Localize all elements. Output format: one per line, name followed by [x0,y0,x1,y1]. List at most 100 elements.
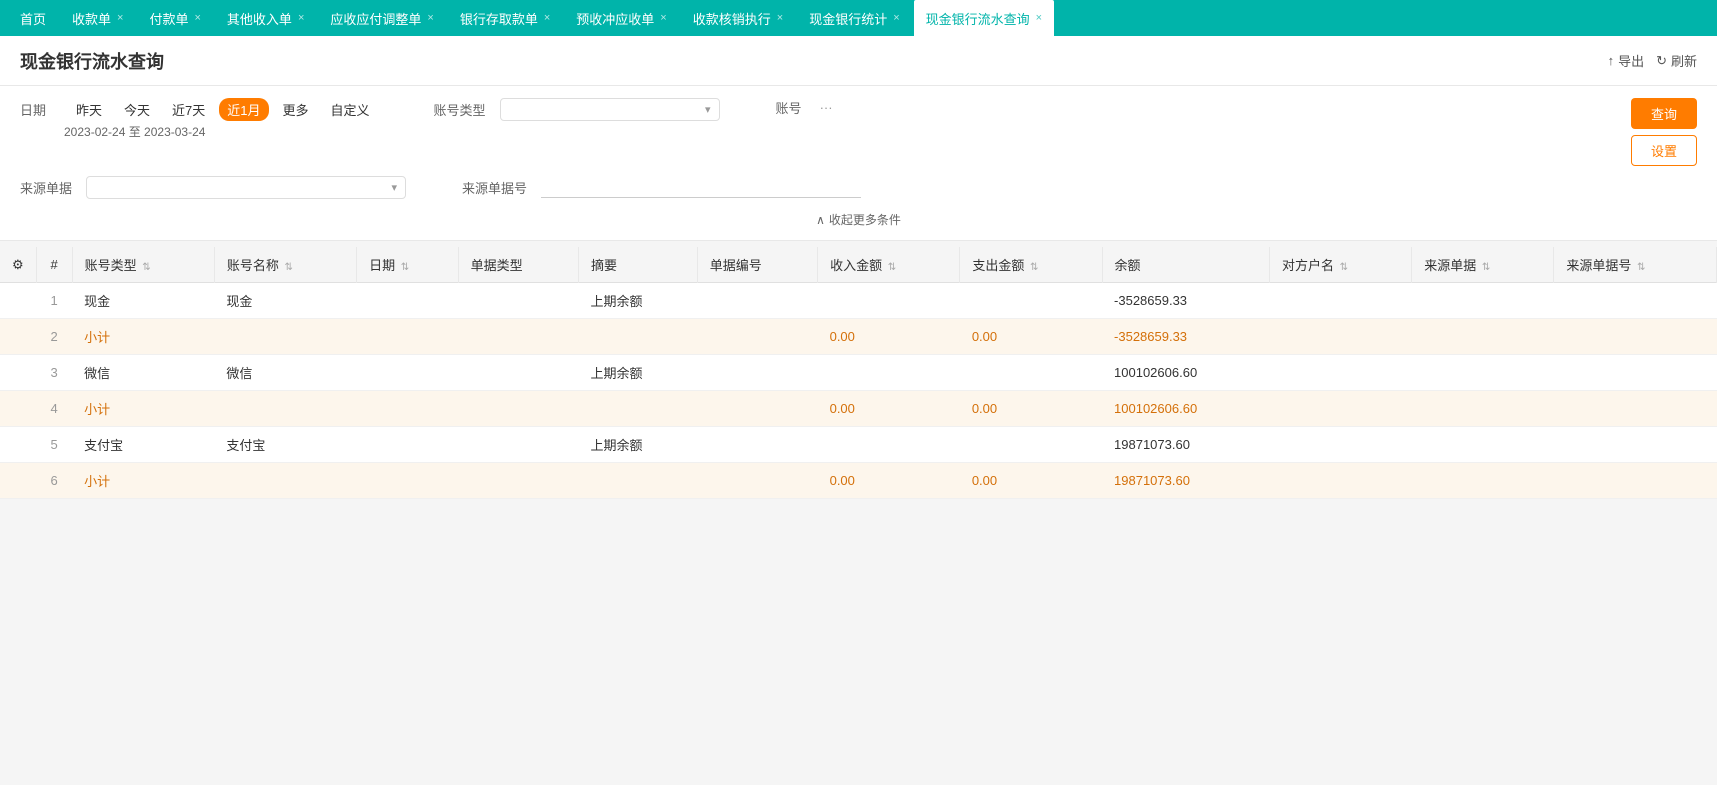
cell-summary: 上期余额 [579,283,698,319]
cell-summary [579,319,698,355]
cell-counterparty [1269,391,1411,427]
cell-acct_name [214,463,356,499]
cell-num: 1 [36,283,72,319]
cell-src_doc [1412,355,1554,391]
cell-gear [0,355,36,391]
close-icon[interactable]: × [660,12,666,24]
col-acct-name[interactable]: 账号名称 ⇅ [214,247,356,283]
cell-num: 4 [36,391,72,427]
close-icon[interactable]: × [1036,12,1042,24]
nav-tab-cash-bank-stat[interactable]: 现金银行统计 × [797,0,911,36]
cell-counterparty [1269,463,1411,499]
col-balance: 余额 [1102,247,1269,283]
cell-balance: -3528659.33 [1102,283,1269,319]
collapse-bar[interactable]: ∧ 收起更多条件 [20,207,1697,228]
cell-date [357,463,459,499]
acct-num-dots[interactable]: ··· [816,100,837,115]
close-icon[interactable]: × [117,12,123,24]
cell-date [357,355,459,391]
query-button[interactable]: 查询 [1631,98,1697,129]
table-row: 1现金现金上期余额-3528659.33 [0,283,1717,319]
nav-tab-fukuan[interactable]: 付款单 × [137,0,212,36]
cell-expense: 0.00 [960,391,1102,427]
cell-src_doc [1412,319,1554,355]
source-doc-select[interactable]: ▾ [86,176,406,199]
cell-doc_no [697,427,817,463]
col-src-doc[interactable]: 来源单据 ⇅ [1412,247,1554,283]
cell-num: 5 [36,427,72,463]
cell-summary [579,391,698,427]
cell-num: 3 [36,355,72,391]
cell-gear [0,463,36,499]
date-opt-yesterday[interactable]: 昨天 [68,98,110,121]
col-summary: 摘要 [579,247,698,283]
cell-counterparty [1269,283,1411,319]
source-doc-num-input[interactable] [541,178,861,198]
cell-src_doc_no [1554,391,1717,427]
nav-tab-shoukuan[interactable]: 收款单 × [60,0,135,36]
cell-doc_type [458,391,578,427]
chevron-down-icon: ▾ [391,181,397,194]
date-opt-more[interactable]: 更多 [275,98,317,121]
cell-doc_type [458,355,578,391]
table-row: 3微信微信上期余额100102606.60 [0,355,1717,391]
cell-doc_no [697,355,817,391]
cell-balance: 100102606.60 [1102,391,1269,427]
nav-tab-adjustment[interactable]: 应收应付调整单 × [318,0,445,36]
col-gear[interactable]: ⚙ [0,247,36,283]
cell-income: 0.00 [818,391,960,427]
cell-acct_name: 现金 [214,283,356,319]
nav-tab-cash-bank-flow[interactable]: 现金银行流水查询 × [914,0,1054,36]
col-acct-type[interactable]: 账号类型 ⇅ [72,247,214,283]
cell-doc_no [697,463,817,499]
cell-balance: 19871073.60 [1102,427,1269,463]
nav-home[interactable]: 首页 [8,0,58,36]
date-opt-today[interactable]: 今天 [116,98,158,121]
acct-type-select[interactable]: ▾ [500,98,720,121]
cell-doc_no [697,391,817,427]
collapse-icon: ∧ [816,213,825,227]
cell-acct_type: 小计 [72,319,214,355]
nav-tab-other-income[interactable]: 其他收入单 × [215,0,316,36]
export-button[interactable]: ↑ 导出 [1608,51,1645,70]
nav-tab-collection[interactable]: 收款核销执行 × [681,0,795,36]
refresh-button[interactable]: ↻ 刷新 [1656,51,1697,70]
settings-button[interactable]: 设置 [1631,135,1697,166]
col-doc-no: 单据编号 [697,247,817,283]
collapse-label: 收起更多条件 [829,211,901,228]
close-icon[interactable]: × [194,12,200,24]
close-icon[interactable]: × [427,12,433,24]
col-expense[interactable]: 支出金额 ⇅ [960,247,1102,283]
cell-income [818,283,960,319]
cell-date [357,391,459,427]
cell-summary: 上期余额 [579,427,698,463]
col-income[interactable]: 收入金额 ⇅ [818,247,960,283]
acct-num-label: 账号 [776,98,802,117]
cell-counterparty [1269,427,1411,463]
cell-acct_type: 现金 [72,283,214,319]
cell-src_doc [1412,283,1554,319]
col-counterparty[interactable]: 对方户名 ⇅ [1269,247,1411,283]
close-icon[interactable]: × [777,12,783,24]
date-opt-custom[interactable]: 自定义 [323,98,378,121]
cell-gear [0,319,36,355]
cell-expense [960,427,1102,463]
cell-summary [579,463,698,499]
close-icon[interactable]: × [298,12,304,24]
close-icon[interactable]: × [544,12,550,24]
cell-gear [0,427,36,463]
cell-acct_type: 小计 [72,463,214,499]
cell-doc_type [458,463,578,499]
cell-acct_type: 支付宝 [72,427,214,463]
cell-src_doc_no [1554,283,1717,319]
cell-acct_name: 支付宝 [214,427,356,463]
col-src-doc-no[interactable]: 来源单据号 ⇅ [1554,247,1717,283]
nav-tab-bank-deposit[interactable]: 银行存取款单 × [448,0,562,36]
source-doc-num-label: 来源单据号 [462,178,527,197]
nav-tab-prepay[interactable]: 预收冲应收单 × [564,0,678,36]
close-icon[interactable]: × [893,12,899,24]
date-opt-7days[interactable]: 近7天 [164,98,213,121]
col-date[interactable]: 日期 ⇅ [357,247,459,283]
table-row: 4小计0.000.00100102606.60 [0,391,1717,427]
date-opt-1month[interactable]: 近1月 [219,98,268,121]
